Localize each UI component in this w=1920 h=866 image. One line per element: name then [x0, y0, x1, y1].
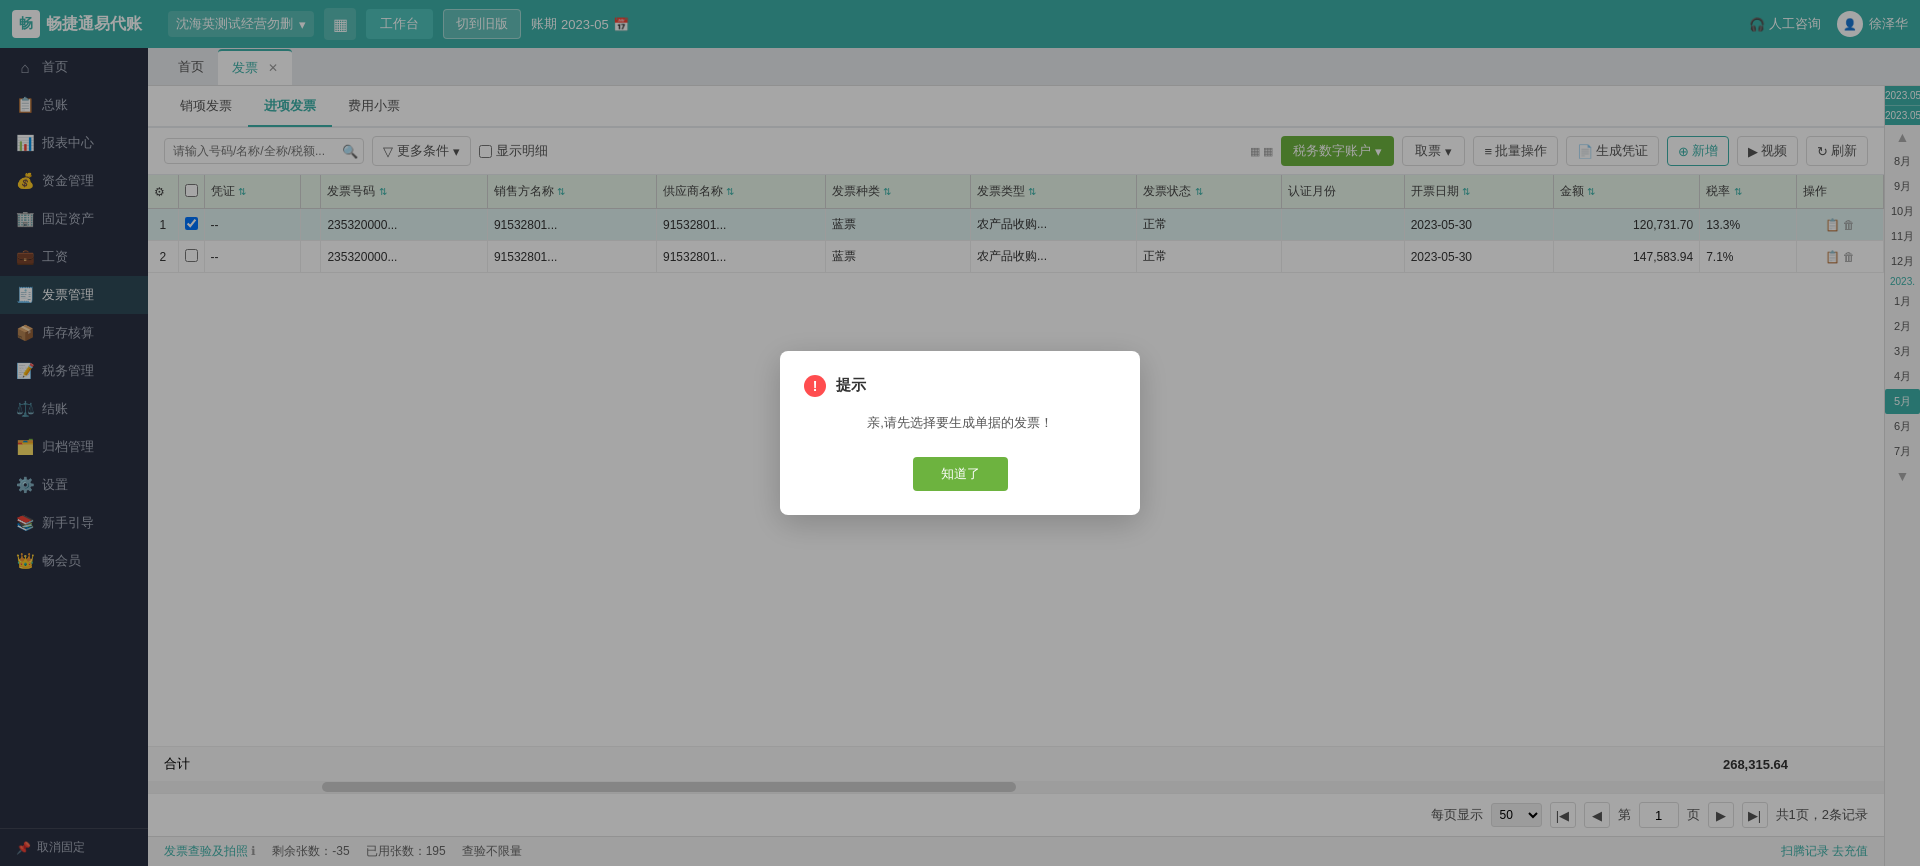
- dialog: ! 提示 亲,请先选择要生成单据的发票！ 知道了: [780, 351, 1140, 516]
- dialog-footer: 知道了: [804, 457, 1116, 491]
- dialog-title: 提示: [836, 376, 866, 395]
- dialog-overlay: ! 提示 亲,请先选择要生成单据的发票！ 知道了: [0, 0, 1920, 866]
- dialog-warning-icon: !: [804, 375, 826, 397]
- dialog-confirm-button[interactable]: 知道了: [913, 457, 1008, 491]
- dialog-body: 亲,请先选择要生成单据的发票！: [804, 413, 1116, 434]
- dialog-header: ! 提示: [804, 375, 1116, 397]
